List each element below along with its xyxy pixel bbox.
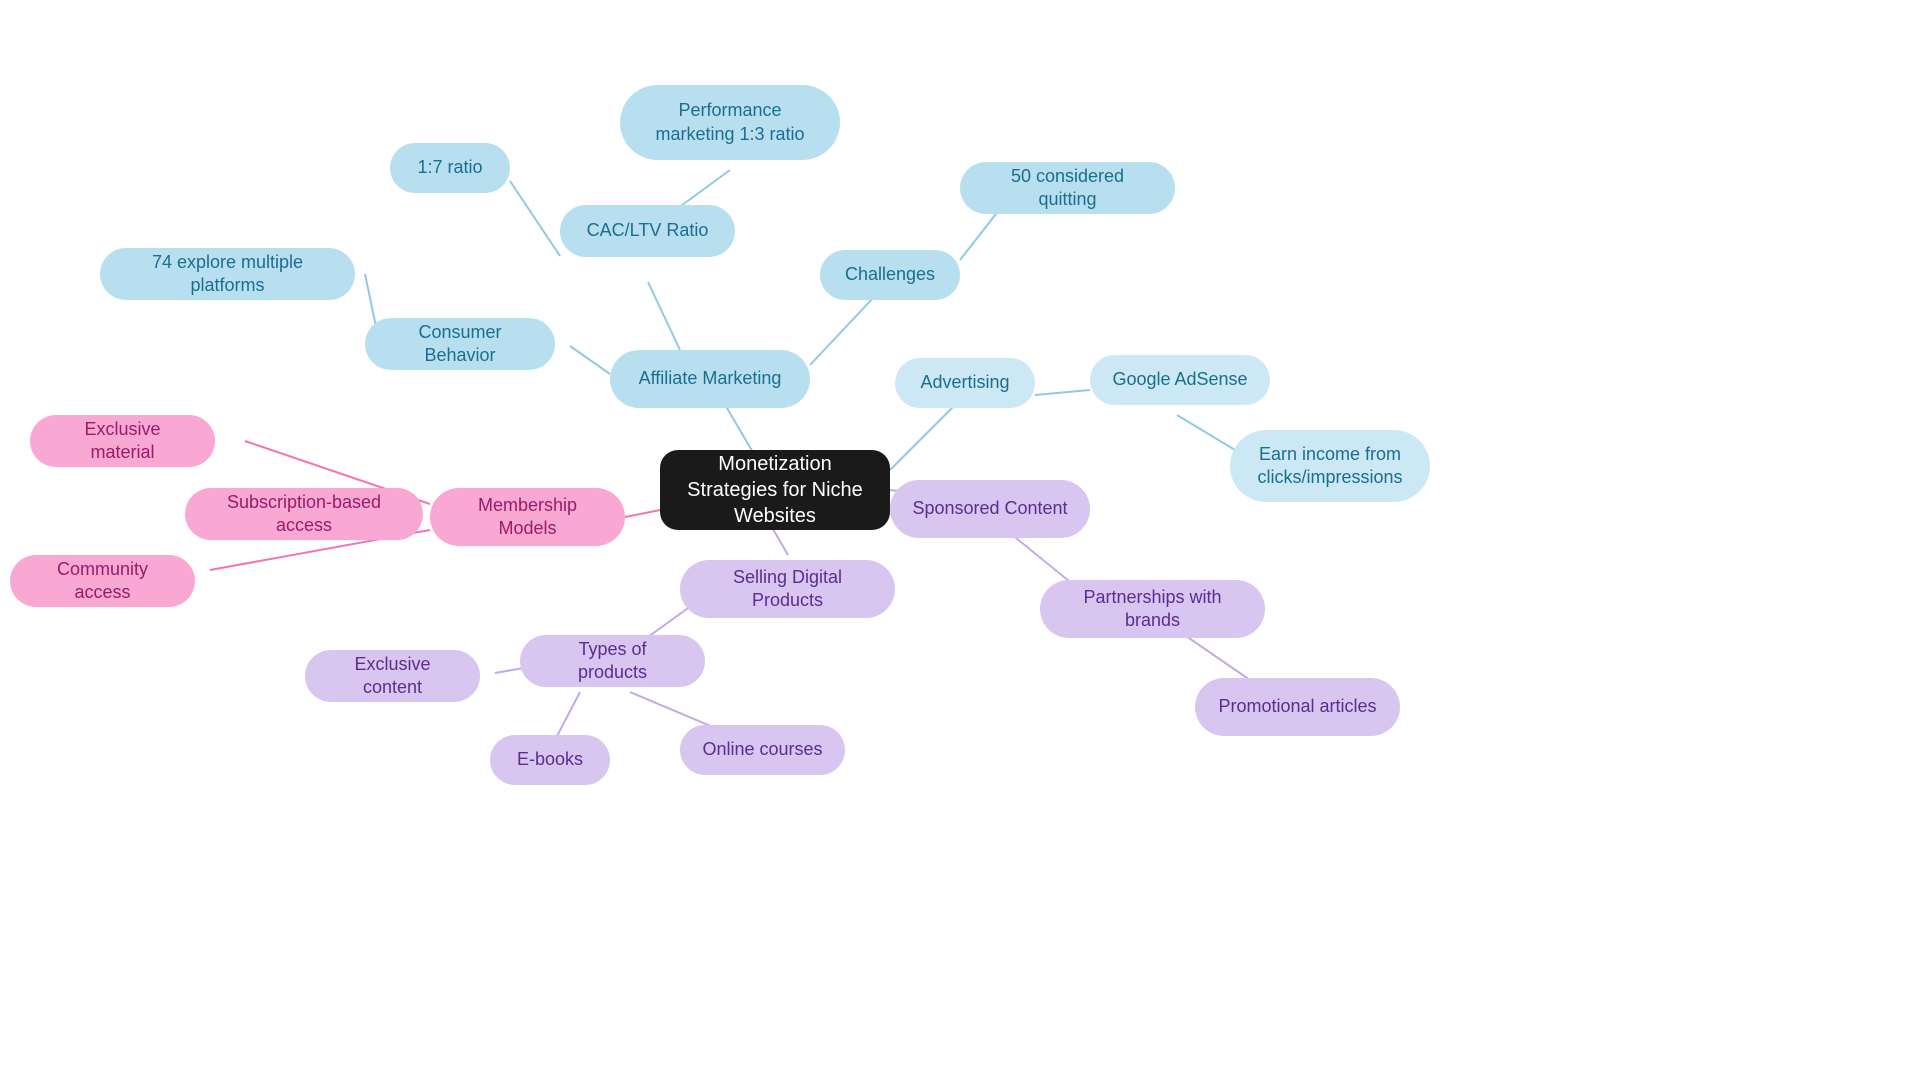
- promotional-articles-node: Promotional articles: [1195, 678, 1400, 736]
- exclusive-material-node: Exclusive material: [30, 415, 215, 467]
- subscription-access-node: Subscription-based access: [185, 488, 423, 540]
- online-courses-node: Online courses: [680, 725, 845, 775]
- selling-digital-node: Selling Digital Products: [680, 560, 895, 618]
- exclusive-content-node: Exclusive content: [305, 650, 480, 702]
- center-node: Monetization Strategies for Niche Websit…: [660, 450, 890, 530]
- types-of-products-node: Types of products: [520, 635, 705, 687]
- earn-income-node: Earn income from clicks/impressions: [1230, 430, 1430, 502]
- community-access-node: Community access: [10, 555, 195, 607]
- considered-quitting-node: 50 considered quitting: [960, 162, 1175, 214]
- explore-platforms-node: 74 explore multiple platforms: [100, 248, 355, 300]
- challenges-node: Challenges: [820, 250, 960, 300]
- performance-marketing-node: Performance marketing 1:3 ratio: [620, 85, 840, 160]
- advertising-node: Advertising: [895, 358, 1035, 408]
- cac-ltv-node: CAC/LTV Ratio: [560, 205, 735, 257]
- mindmap-connections: [0, 0, 1920, 1083]
- ebooks-node: E-books: [490, 735, 610, 785]
- membership-models-node: Membership Models: [430, 488, 625, 546]
- consumer-behavior-node: Consumer Behavior: [365, 318, 555, 370]
- google-adsense-node: Google AdSense: [1090, 355, 1270, 405]
- affiliate-marketing-node: Affiliate Marketing: [610, 350, 810, 408]
- ratio-17-node: 1:7 ratio: [390, 143, 510, 193]
- partnerships-brands-node: Partnerships with brands: [1040, 580, 1265, 638]
- sponsored-content-node: Sponsored Content: [890, 480, 1090, 538]
